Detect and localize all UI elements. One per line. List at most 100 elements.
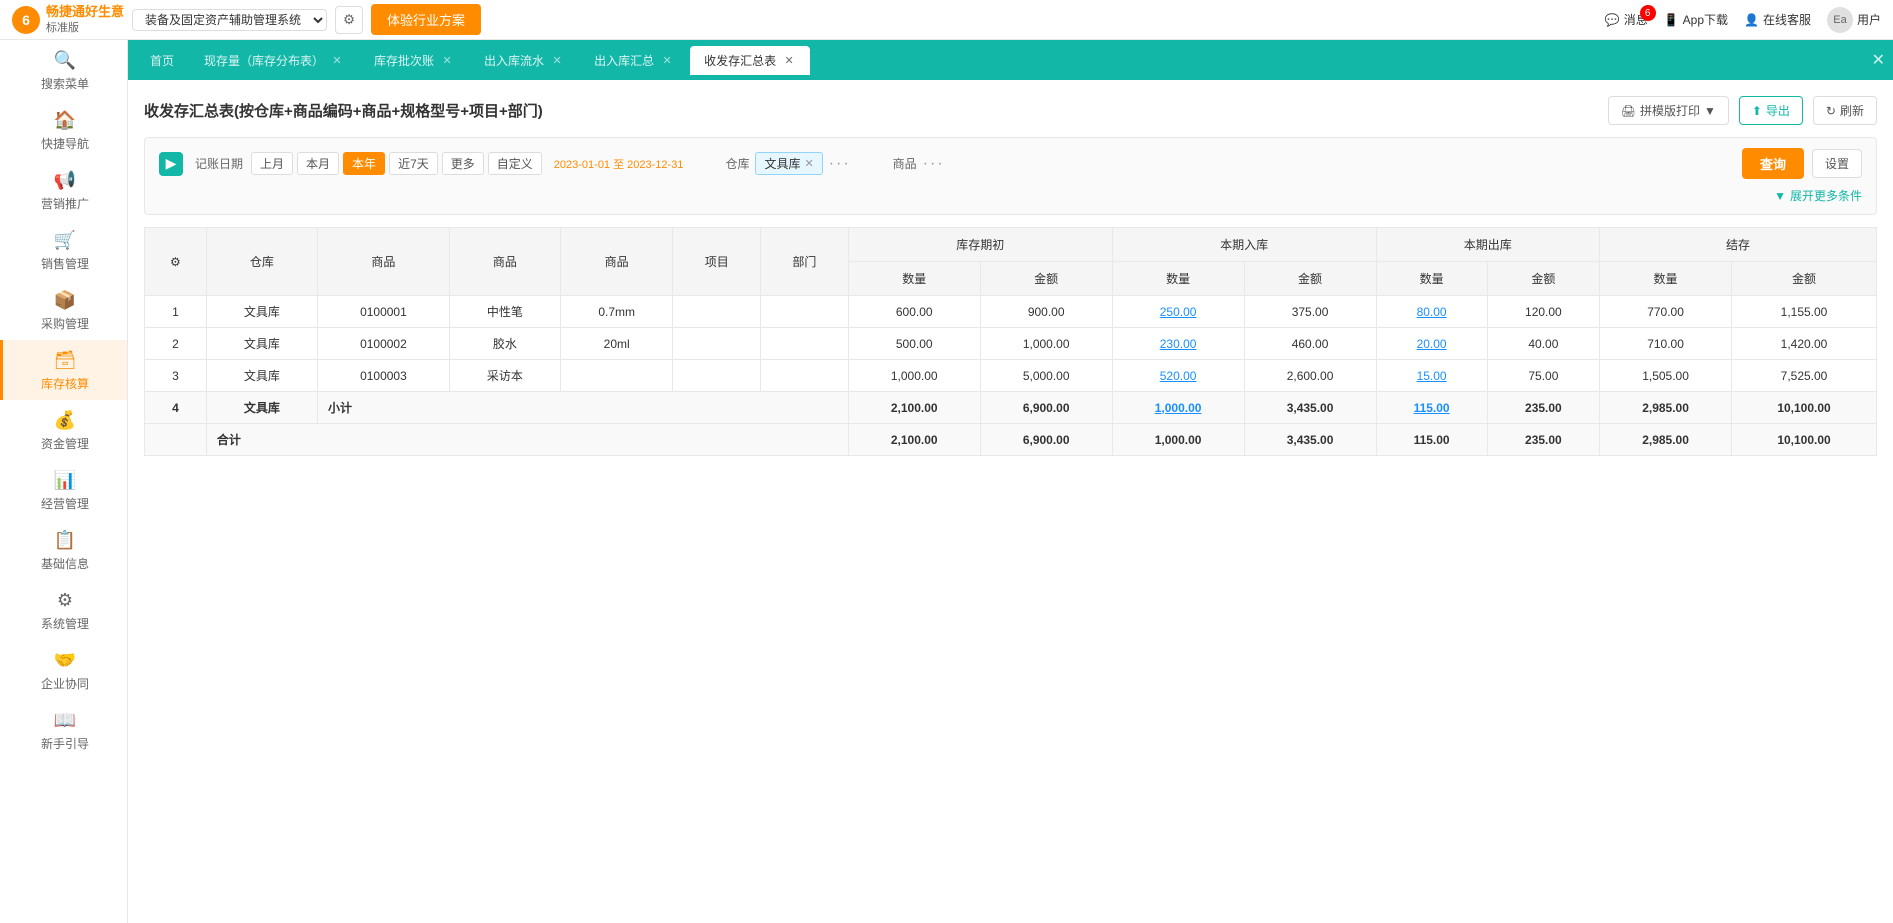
sidebar-item-purchase[interactable]: 📦 采购管理 xyxy=(0,280,127,340)
tab-close-inout-summary[interactable]: ✕ xyxy=(660,53,674,67)
table-row: 2 文具库 0100002 胶水 20ml 500.00 1,000.00 23… xyxy=(145,328,1877,360)
total-opening-qty: 2,100.00 xyxy=(848,424,980,456)
row-in-qty[interactable]: 250.00 xyxy=(1112,296,1244,328)
total-label: 合计 xyxy=(206,424,848,456)
row-in-qty[interactable]: 230.00 xyxy=(1112,328,1244,360)
sidebar-item-sales[interactable]: 🛒 销售管理 xyxy=(0,220,127,280)
date-btn-this-year[interactable]: 本年 xyxy=(343,152,385,175)
sidebar-item-enterprise[interactable]: 🤝 企业协同 xyxy=(0,640,127,700)
tab-close-stock-dist[interactable]: ✕ xyxy=(330,53,344,67)
row-dept xyxy=(761,360,849,392)
expand-filter-button[interactable]: ▼ 展开更多条件 xyxy=(1774,187,1862,204)
date-btn-more[interactable]: 更多 xyxy=(442,152,484,175)
query-button[interactable]: 查询 xyxy=(1742,148,1804,179)
sidebar-label-sales: 销售管理 xyxy=(41,255,89,272)
goods-more-button[interactable]: ··· xyxy=(923,155,945,173)
total-out-qty: 115.00 xyxy=(1376,424,1487,456)
inventory-icon: 🗃 xyxy=(54,350,77,371)
subtotal-out-amt: 235.00 xyxy=(1487,392,1599,424)
online-service-button[interactable]: 👤 在线客服 xyxy=(1744,11,1811,28)
row-balance-qty: 710.00 xyxy=(1600,328,1732,360)
row-out-qty[interactable]: 20.00 xyxy=(1376,328,1487,360)
in-qty-header: 数量 xyxy=(1112,262,1244,296)
total-no xyxy=(145,424,207,456)
code-col-header: 商品 xyxy=(317,228,449,296)
row-no: 2 xyxy=(145,328,207,360)
warehouse-col-header: 仓库 xyxy=(206,228,317,296)
sidebar-item-base-info[interactable]: 📋 基础信息 xyxy=(0,520,127,580)
row-out-qty[interactable]: 15.00 xyxy=(1376,360,1487,392)
sales-icon: 🛒 xyxy=(54,230,76,251)
total-in-amt: 3,435.00 xyxy=(1244,424,1376,456)
date-btn-7days[interactable]: 近7天 xyxy=(389,152,438,175)
row-balance-qty: 1,505.00 xyxy=(1600,360,1732,392)
sidebar-label-quick-nav: 快捷导航 xyxy=(41,135,89,152)
row-out-amt: 120.00 xyxy=(1487,296,1599,328)
row-balance-amt: 1,155.00 xyxy=(1732,296,1877,328)
app-download-button[interactable]: 📱 App下载 xyxy=(1664,11,1728,28)
goods-label: 商品 xyxy=(893,155,917,172)
message-button[interactable]: 💬 消息 6 xyxy=(1605,11,1648,28)
subtotal-opening-amt: 6,900.00 xyxy=(980,392,1112,424)
data-table: ⚙ 仓库 商品 商品 商品 项目 部门 库存期初 本期入库 本期出库 xyxy=(144,227,1877,456)
sidebar-item-operations[interactable]: 📊 经营管理 xyxy=(0,460,127,520)
row-in-amt: 460.00 xyxy=(1244,328,1376,360)
app-logo: 6 xyxy=(12,6,40,34)
total-opening-amt: 6,900.00 xyxy=(980,424,1112,456)
row-code: 0100002 xyxy=(317,328,449,360)
row-opening-qty: 1,000.00 xyxy=(848,360,980,392)
warehouse-more-button[interactable]: ··· xyxy=(829,155,851,173)
purchase-icon: 📦 xyxy=(54,290,76,311)
row-spec xyxy=(560,360,672,392)
system-selector[interactable]: 装备及固定资产辅助管理系统 xyxy=(132,9,327,31)
guide-icon: 📖 xyxy=(54,710,76,731)
settings-gear-button[interactable]: ⚙ xyxy=(335,6,363,34)
sidebar-item-marketing[interactable]: 📢 营销推广 xyxy=(0,160,127,220)
filter-settings-button[interactable]: 设置 xyxy=(1812,149,1862,178)
row-project xyxy=(673,328,761,360)
tab-close-inout-flow[interactable]: ✕ xyxy=(550,53,564,67)
user-menu[interactable]: Ea 用户 xyxy=(1827,7,1881,33)
sidebar-item-inventory[interactable]: 🗃 库存核算 xyxy=(0,340,127,400)
sidebar-item-quick-nav[interactable]: 🏠 快捷导航 xyxy=(0,100,127,160)
date-btn-this-month[interactable]: 本月 xyxy=(297,152,339,175)
row-project xyxy=(673,360,761,392)
opening-amt-header: 金额 xyxy=(980,262,1112,296)
subtotal-row: 4 文具库 小计 2,100.00 6,900.00 1,000.00 3,43… xyxy=(145,392,1877,424)
balance-header: 结存 xyxy=(1600,228,1877,262)
tab-batch-account[interactable]: 库存批次账 ✕ xyxy=(360,46,468,75)
settings-col-header[interactable]: ⚙ xyxy=(145,228,207,296)
trial-button[interactable]: 体验行业方案 xyxy=(371,4,481,35)
tab-close-collect-summary[interactable]: ✕ xyxy=(782,53,796,67)
warehouse-tag-close[interactable]: ✕ xyxy=(804,157,813,170)
goods-filter: 商品 ··· xyxy=(893,155,945,173)
sidebar-item-system[interactable]: ⚙ 系统管理 xyxy=(0,580,127,640)
refresh-button[interactable]: ↻ 刷新 xyxy=(1813,96,1877,125)
row-warehouse: 文具库 xyxy=(206,296,317,328)
subtotal-label: 小计 xyxy=(317,392,848,424)
sidebar-item-search[interactable]: 🔍 搜索菜单 xyxy=(0,40,127,100)
row-out-qty[interactable]: 80.00 xyxy=(1376,296,1487,328)
sidebar-item-guide[interactable]: 📖 新手引导 xyxy=(0,700,127,760)
tab-stock-dist[interactable]: 现存量（库存分布表） ✕ xyxy=(190,46,358,75)
date-btn-last-month[interactable]: 上月 xyxy=(251,152,293,175)
date-filter-group: 记账日期 上月 本月 本年 近7天 更多 自定义 2023-01-01 至 20… xyxy=(195,152,683,175)
row-in-qty[interactable]: 520.00 xyxy=(1112,360,1244,392)
tab-inout-flow[interactable]: 出入库流水 ✕ xyxy=(470,46,578,75)
balance-qty-header: 数量 xyxy=(1600,262,1732,296)
print-button[interactable]: 🖨 拼模版打印 ▼ xyxy=(1608,96,1729,125)
date-btn-custom[interactable]: 自定义 xyxy=(488,152,542,175)
subtotal-warehouse: 文具库 xyxy=(206,392,317,424)
tab-home[interactable]: 首页 xyxy=(136,46,188,75)
subtotal-in-amt: 3,435.00 xyxy=(1244,392,1376,424)
marketing-icon: 📢 xyxy=(54,170,76,191)
tab-inout-summary[interactable]: 出入库汇总 ✕ xyxy=(580,46,688,75)
tab-close-batch[interactable]: ✕ xyxy=(440,53,454,67)
sidebar-item-finance[interactable]: 💰 资金管理 xyxy=(0,400,127,460)
tab-collect-summary[interactable]: 收发存汇总表 ✕ xyxy=(690,46,810,75)
filter-collapse-button[interactable]: ▶ xyxy=(159,152,183,176)
spec-col-header: 商品 xyxy=(560,228,672,296)
export-button[interactable]: ⬆ 导出 xyxy=(1739,96,1803,125)
row-opening-qty: 500.00 xyxy=(848,328,980,360)
tab-bar-close-button[interactable]: ✕ xyxy=(1872,50,1885,70)
